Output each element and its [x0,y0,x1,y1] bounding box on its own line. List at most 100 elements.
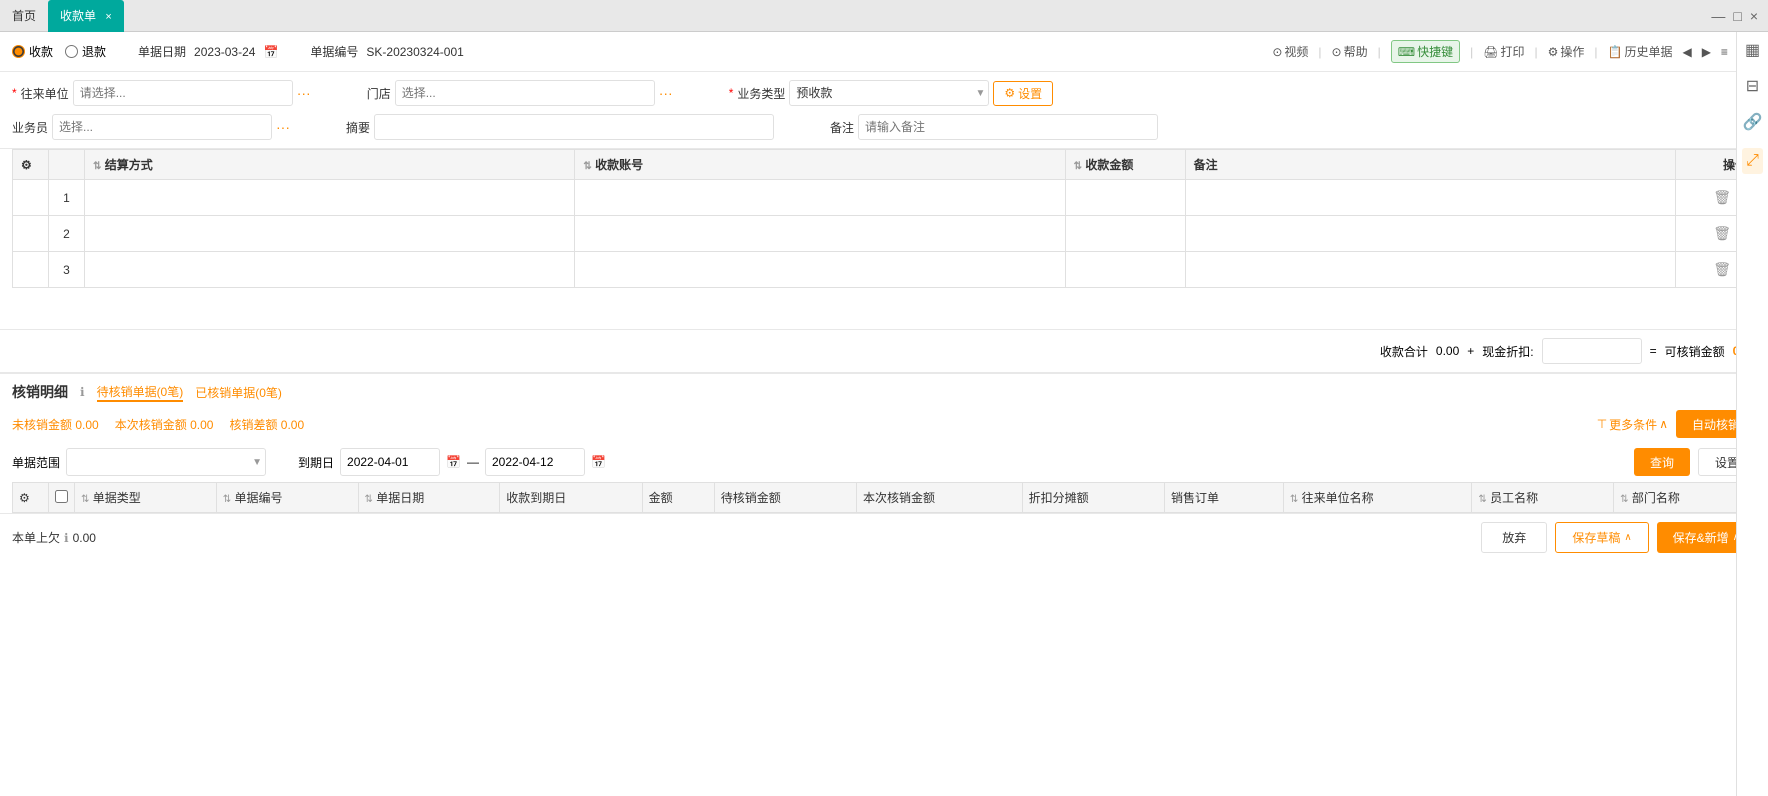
form-row-1: * 往来单位 ··· 门店 ··· * 业务类型 预收款 ▼ [12,80,1756,106]
calendar-to-icon[interactable]: 📅 [591,455,606,469]
counterpart-more-icon[interactable]: ··· [297,85,311,101]
save-draft-btn[interactable]: 保存草稿 ∧ [1555,522,1648,553]
print-btn[interactable]: 🖨 打印 [1483,43,1524,60]
bottom-col-doc-date: ⇅ 单据日期 [358,483,500,513]
video-btn[interactable]: ⊙ 视频 [1272,43,1308,60]
delete-icon-1[interactable]: 🗑 [1713,189,1731,206]
summary-field: 摘要 [346,114,774,140]
calendar-icon[interactable]: 📅 [263,45,278,59]
sidebar-icon-4[interactable]: ⤢ [1742,148,1763,174]
nav-left-icon[interactable]: ◀ [1682,45,1691,59]
calendar-from-icon[interactable]: 📅 [446,455,461,469]
tab-pending[interactable]: 待核销单据(0笔) [97,383,184,402]
settlement-input-2[interactable] [93,227,566,241]
note-input-3[interactable] [1194,263,1667,277]
account-input-3[interactable] [583,263,1056,277]
settlement-input-1[interactable] [93,191,566,205]
salesperson-input[interactable] [52,114,272,140]
help-btn[interactable]: ⊙ 帮助 [1332,43,1368,60]
shortcut-btn[interactable]: ⌨ 快捷键 [1391,40,1460,63]
sort-icon-3[interactable]: ⇅ [1074,161,1082,172]
due-date-from[interactable] [340,448,440,476]
diff-stat: 核销差额 0.00 [229,416,304,433]
delete-icon-3[interactable]: 🗑 [1713,261,1731,278]
receipt-type-radio: 收款 退款 [12,43,106,60]
doc-number-label: 单据编号 [310,43,358,60]
doc-date-value: 2023-03-24 [194,45,255,59]
store-label: 门店 [367,85,391,102]
toolbar: 收款 退款 单据日期 2023-03-24 📅 单据编号 SK-20230324… [0,32,1768,72]
bottom-col-checkbox[interactable] [49,483,75,513]
store-input[interactable] [395,80,655,106]
radio-receipt[interactable]: 收款 [12,43,53,60]
summary-label: 摘要 [346,119,370,136]
footer-info-icon: ℹ [64,531,69,545]
business-type-select[interactable]: 预收款 [789,80,989,106]
amount-input-2[interactable] [1074,227,1177,241]
form-section: * 往来单位 ··· 门店 ··· * 业务类型 预收款 ▼ [0,72,1768,149]
tab-done[interactable]: 已核销单据(0笔) [195,384,282,401]
settlement-input-3[interactable] [93,263,566,277]
history-btn[interactable]: 📋 历史单据 [1607,43,1672,60]
discount-input[interactable] [1542,338,1642,364]
note-input[interactable] [858,114,1158,140]
operation-btn[interactable]: ⚙ 操作 [1548,43,1585,60]
nuclear-info-icon: ℹ [80,385,85,399]
uncancelled-stat: 未核销金额 0.00 [12,416,99,433]
note-label: 备注 [830,119,854,136]
doc-number-value: SK-20230324-001 [366,45,463,59]
salesperson-more-icon[interactable]: ··· [276,119,290,135]
settings-button[interactable]: ⚙ 设置 [993,81,1053,106]
store-more-icon[interactable]: ··· [659,85,673,101]
settings-icon: ⚙ [21,158,32,172]
doc-limit-label: 本单上欠 [12,529,60,546]
table-row: 1 🗑 ⧉ [13,180,1756,216]
select-all-checkbox[interactable] [55,490,68,503]
business-type-field: * 业务类型 预收款 ▼ ⚙ 设置 [729,80,1053,106]
sidebar-icon-2[interactable]: ⊟ [1746,76,1759,96]
radio-refund[interactable]: 退款 [65,43,106,60]
doc-date-label: 单据日期 [138,43,186,60]
counterpart-input[interactable] [73,80,293,106]
window-maximize-icon[interactable]: □ [1733,8,1741,24]
bottom-col-employee: ⇅ 员工名称 [1472,483,1614,513]
tab-home[interactable]: 首页 [0,0,48,32]
summary-input[interactable] [374,114,774,140]
query-btn[interactable]: 查询 [1634,448,1690,476]
abandon-btn[interactable]: 放弃 [1481,522,1547,553]
col-amount-header: ⇅ 收款金额 [1065,150,1185,180]
bottom-table-wrapper: ⚙ ⇅ 单据类型 ⇅ 单据编号 ⇅ 单据日期 收款到期日 金额 待核销金额 本次… [12,482,1756,513]
note-input-1[interactable] [1194,191,1667,205]
bottom-col-dept: ⇅ 部门名称 [1614,483,1756,513]
nav-right-icon[interactable]: ▶ [1702,45,1711,59]
bottom-col-counterpart: ⇅ 往来单位名称 [1283,483,1472,513]
amount-input-1[interactable] [1074,191,1177,205]
window-minimize-icon[interactable]: — [1711,8,1725,24]
tab-close-icon[interactable]: × [105,11,111,23]
sort-icon-2[interactable]: ⇅ [583,161,591,172]
doc-date-field: 单据日期 2023-03-24 📅 [138,43,278,60]
col-settings-header[interactable]: ⚙ [13,150,49,180]
sort-icon[interactable]: ⇅ [93,161,101,172]
col-note-header: 备注 [1185,150,1675,180]
delete-icon-2[interactable]: 🗑 [1713,225,1731,242]
total-value: 0.00 [1436,344,1459,358]
note-field: 备注 [830,114,1158,140]
list-view-icon[interactable]: ≡ [1721,45,1728,59]
business-type-label: 业务类型 [737,85,785,102]
sidebar-icon-1[interactable]: ▦ [1745,40,1760,60]
doc-range-field: 单据范围 ▼ [12,448,266,476]
doc-range-select[interactable] [66,448,266,476]
note-input-2[interactable] [1194,227,1667,241]
bottom-col-settings[interactable]: ⚙ [13,483,49,513]
nuclear-actions: ⊤ 更多条件 ∧ 自动核销 [1597,410,1756,438]
account-input-1[interactable] [583,191,1056,205]
main-content: 收款 退款 单据日期 2023-03-24 📅 单据编号 SK-20230324… [0,32,1768,796]
amount-input-3[interactable] [1074,263,1177,277]
window-close-icon[interactable]: × [1750,8,1758,24]
due-date-to[interactable] [485,448,585,476]
sidebar-icon-3[interactable]: 🔗 [1743,112,1763,132]
more-conditions-btn[interactable]: ⊤ 更多条件 ∧ [1597,416,1668,433]
account-input-2[interactable] [583,227,1056,241]
tab-receipt[interactable]: 收款单 × [48,0,124,32]
